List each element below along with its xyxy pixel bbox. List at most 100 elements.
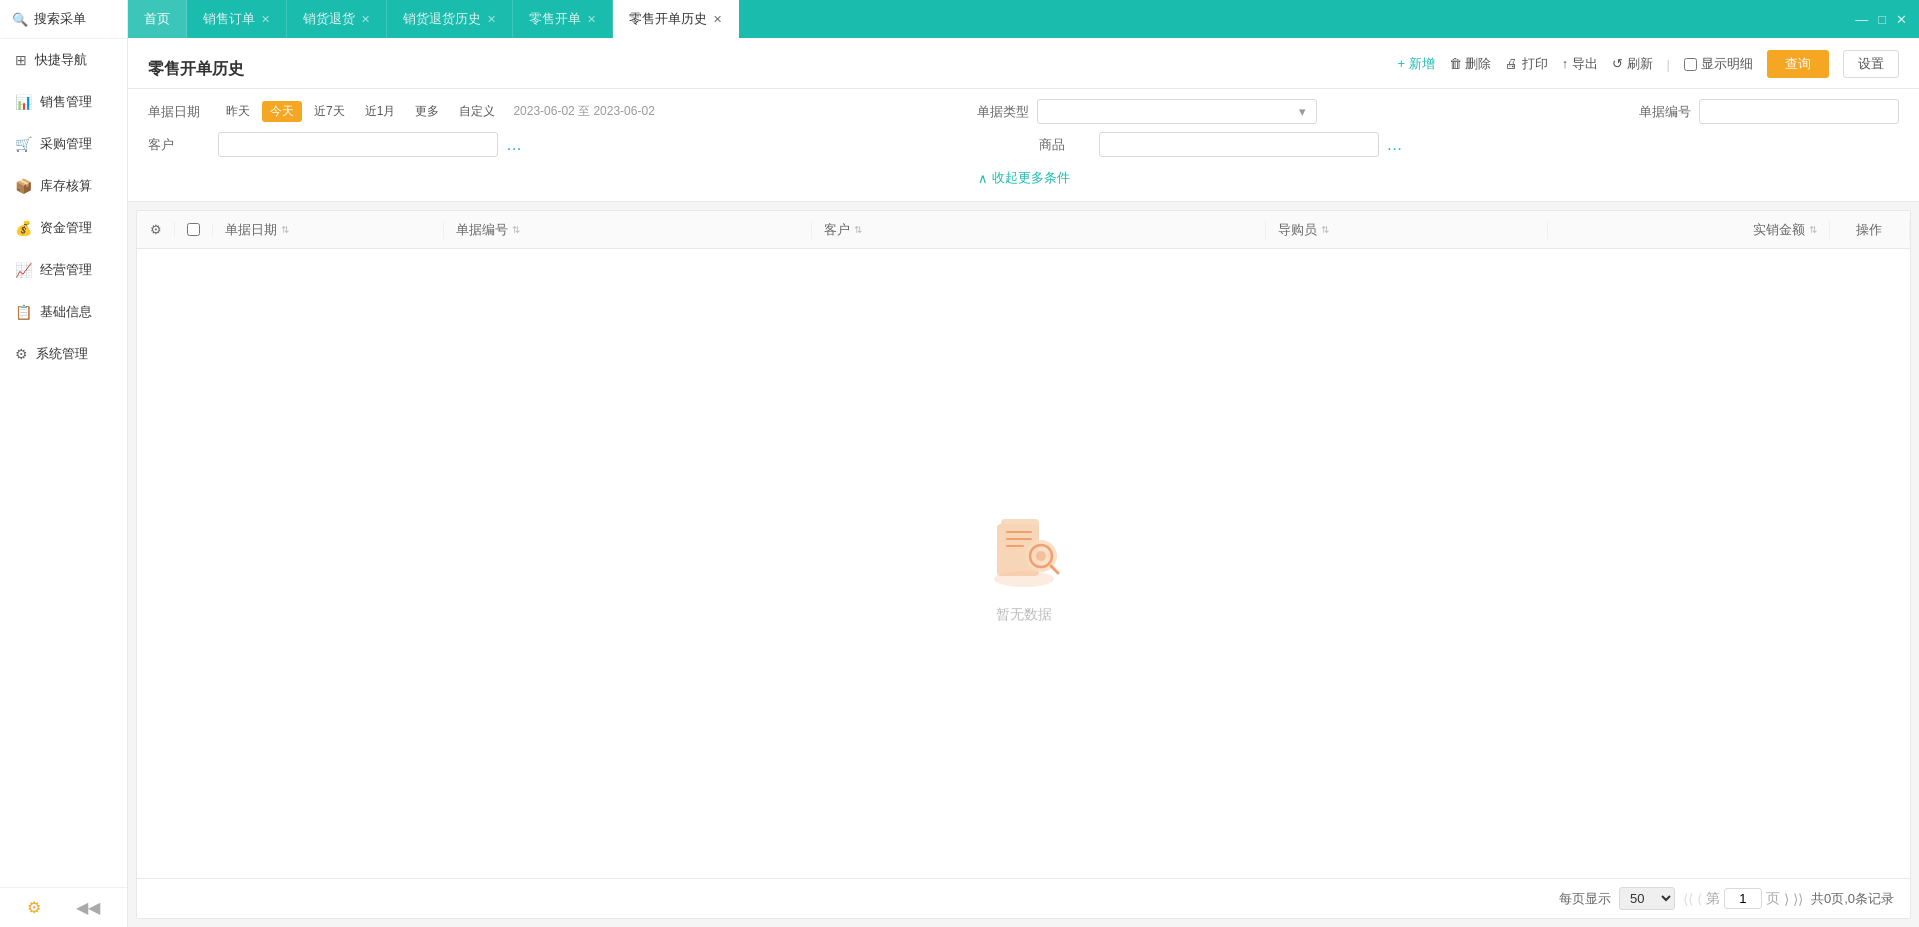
tab-retail-open-history[interactable]: 零售开单历史✕ <box>613 0 739 38</box>
close-button[interactable]: ✕ <box>1896 12 1907 27</box>
tab-label-sales-return: 销货退货 <box>303 10 355 28</box>
date-btn-7days[interactable]: 近7天 <box>306 101 353 122</box>
collapse-more-button[interactable]: ∧ 收起更多条件 <box>148 165 1899 191</box>
per-page-select[interactable]: 50 10 20 100 <box>1619 887 1675 910</box>
order-type-label: 单据类型 <box>977 103 1037 121</box>
collapse-sidebar-icon[interactable]: ◀◀ <box>76 898 100 917</box>
th-date-sort[interactable]: ⇅ <box>281 224 289 235</box>
th-guide-label: 导购员 <box>1278 221 1317 239</box>
setting-button[interactable]: 设置 <box>1843 50 1899 78</box>
customer-ellipsis[interactable]: … <box>498 136 530 154</box>
next-page-button[interactable]: ⟩ <box>1784 891 1789 907</box>
sidebar-label-system: 系统管理 <box>36 345 88 363</box>
filter-row-2: 客户 … 商品 … <box>148 132 1899 157</box>
minimize-button[interactable]: — <box>1855 12 1868 27</box>
table-checkbox-all[interactable] <box>175 223 213 236</box>
date-btn-custom[interactable]: 自定义 <box>451 101 503 122</box>
customer-label: 客户 <box>148 136 218 154</box>
display-detail-checkbox[interactable]: 显示明细 <box>1684 55 1753 73</box>
sidebar-icon-finance: 💰 <box>15 220 32 236</box>
th-guide-sort[interactable]: ⇅ <box>1321 224 1329 235</box>
th-orderno-sort[interactable]: ⇅ <box>512 224 520 235</box>
tab-retail-open[interactable]: 零售开单 ✕ <box>513 0 613 38</box>
add-button[interactable]: + 新增 <box>1397 55 1434 73</box>
refresh-button[interactable]: ↺ 刷新 <box>1612 55 1653 73</box>
date-buttons: 昨天 今天 近7天 近1月 更多 自定义 <box>218 101 503 122</box>
settings-icon[interactable]: ⚙ <box>27 898 41 917</box>
date-btn-today[interactable]: 今天 <box>262 101 302 122</box>
sidebar-item-sales-mgmt[interactable]: 📊销售管理 <box>0 81 127 123</box>
tab-label-sales-order: 销售订单 <box>203 10 255 28</box>
product-input[interactable] <box>1099 132 1379 157</box>
table-settings-icon: ⚙ <box>150 222 162 237</box>
customer-input[interactable] <box>218 132 498 157</box>
sidebar-item-system[interactable]: ⚙ 系统管理 <box>0 333 127 375</box>
last-page-button[interactable]: ⟩⟩ <box>1793 891 1803 907</box>
th-action-label: 操作 <box>1856 221 1882 239</box>
sidebar-icon-quick-nav: ⊞ <box>15 52 27 68</box>
maximize-button[interactable]: □ <box>1878 12 1886 27</box>
tab-sales-return[interactable]: 销货退货 ✕ <box>287 0 387 38</box>
sidebar: 🔍 搜索采单 ⊞快捷导航📊销售管理🛒采购管理📦库存核算💰资金管理📈经营管理 📋 基础… <box>0 0 128 927</box>
tab-close-sales-order[interactable]: ✕ <box>261 13 270 26</box>
sidebar-icon-system: ⚙ <box>15 346 28 362</box>
print-button[interactable]: 🖨 打印 <box>1505 55 1548 73</box>
empty-illustration <box>979 504 1069 594</box>
sidebar-item-operations[interactable]: 📈经营管理 <box>0 249 127 291</box>
sidebar-item-quick-nav[interactable]: ⊞快捷导航 <box>0 39 127 81</box>
delete-button[interactable]: 🗑 删除 <box>1449 55 1492 73</box>
th-customer-sort[interactable]: ⇅ <box>854 224 862 235</box>
order-type-select[interactable]: ▾ <box>1037 99 1317 124</box>
empty-state: 暂无数据 <box>979 504 1069 624</box>
th-date-label: 单据日期 <box>225 221 277 239</box>
tab-home[interactable]: 首页 <box>128 0 187 38</box>
tab-label-sales-return-history: 销货退货历史 <box>403 10 481 28</box>
tab-label-retail-open: 零售开单 <box>529 10 581 28</box>
tab-sales-order[interactable]: 销售订单 ✕ <box>187 0 287 38</box>
page-unit: 页 <box>1766 890 1780 908</box>
date-btn-more[interactable]: 更多 <box>407 101 447 122</box>
first-page-button[interactable]: ⟨⟨ <box>1683 891 1693 907</box>
sidebar-item-inventory[interactable]: 📦库存核算 <box>0 165 127 207</box>
sidebar-item-finance[interactable]: 💰资金管理 <box>0 207 127 249</box>
tab-close-sales-return[interactable]: ✕ <box>361 13 370 26</box>
sidebar-search[interactable]: 🔍 搜索采单 <box>0 0 127 39</box>
product-ellipsis[interactable]: … <box>1379 136 1411 154</box>
th-amount-sort[interactable]: ⇅ <box>1809 224 1817 235</box>
sidebar-icon-inventory: 📦 <box>15 178 32 194</box>
sidebar-icon-purchase-mgmt: 🛒 <box>15 136 32 152</box>
sidebar-item-purchase-mgmt[interactable]: 🛒采购管理 <box>0 123 127 165</box>
tab-sales-return-history[interactable]: 销货退货历史 ✕ <box>387 0 513 38</box>
page-header: 零售开单历史 + 新增 🗑 删除 🖨 打印 ↑ 导出 ↺ 刷新 | 显示明细 查… <box>128 38 1919 89</box>
sidebar-label-operations: 经营管理 <box>40 261 92 279</box>
th-amount-label: 实销金额 <box>1753 221 1805 239</box>
th-action: 操作 <box>1830 221 1910 239</box>
tab-close-sales-return-history[interactable]: ✕ <box>487 13 496 26</box>
date-btn-1month[interactable]: 近1月 <box>357 101 404 122</box>
sidebar-nav: ⊞快捷导航📊销售管理🛒采购管理📦库存核算💰资金管理📈经营管理 📋 基础信息 ⚙ 系统管理 <box>0 39 127 887</box>
select-all-checkbox[interactable] <box>187 223 200 236</box>
search-icon: 🔍 <box>12 12 28 27</box>
display-detail-input[interactable] <box>1684 58 1697 71</box>
table-body: 暂无数据 <box>137 249 1910 878</box>
empty-text: 暂无数据 <box>996 606 1052 624</box>
sidebar-label-basic-info: 基础信息 <box>40 303 92 321</box>
per-page-label: 每页显示 <box>1559 890 1611 908</box>
page-input[interactable] <box>1724 888 1762 909</box>
order-type-arrow: ▾ <box>1299 104 1306 119</box>
date-btn-yesterday[interactable]: 昨天 <box>218 101 258 122</box>
order-no-input[interactable] <box>1699 99 1899 124</box>
table-settings-btn[interactable]: ⚙ <box>137 222 175 237</box>
sidebar-search-label: 搜索采单 <box>34 10 86 28</box>
product-label: 商品 <box>1039 136 1099 154</box>
tab-close-retail-open-history[interactable]: ✕ <box>713 13 722 26</box>
sidebar-icon-basic-info: 📋 <box>15 304 32 320</box>
svg-line-8 <box>1051 566 1058 573</box>
page-label: 第 <box>1706 890 1720 908</box>
table-area: ⚙ 单据日期 ⇅ 单据编号 ⇅ 客户 ⇅ 导购员 <box>136 210 1911 919</box>
prev-page-button[interactable]: ⟨ <box>1697 891 1702 907</box>
sidebar-item-basic-info[interactable]: 📋 基础信息 <box>0 291 127 333</box>
export-button[interactable]: ↑ 导出 <box>1562 55 1598 73</box>
tab-close-retail-open[interactable]: ✕ <box>587 13 596 26</box>
query-button[interactable]: 查询 <box>1767 50 1829 78</box>
